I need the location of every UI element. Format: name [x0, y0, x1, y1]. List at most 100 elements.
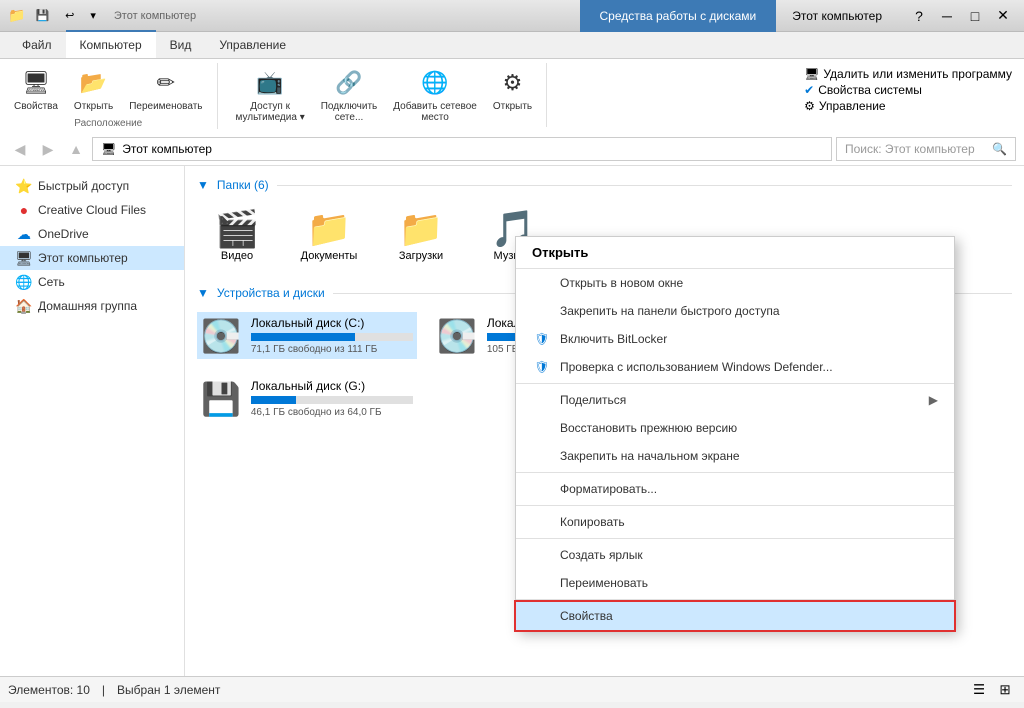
tiles-view-button[interactable]: ⊞: [994, 680, 1016, 700]
window-controls: ? ─ □ ✕: [898, 4, 1024, 28]
status-bar: Элементов: 10 | Выбран 1 элемент ☰ ⊞: [0, 676, 1024, 702]
quick-access-undo[interactable]: ↩: [59, 7, 80, 24]
maximize-button[interactable]: □: [962, 4, 988, 28]
address-field[interactable]: 🖥 Этот компьютер: [92, 137, 832, 161]
cm-defender-label: Проверка с использованием Windows Defend…: [560, 360, 833, 374]
thispc-label: Этот компьютер: [38, 251, 128, 265]
cm-shortcut[interactable]: Создать ярлык: [516, 541, 954, 569]
up-button[interactable]: ▲: [64, 137, 88, 161]
drive-c-size: 71,1 ГБ свободно из 111 ГБ: [251, 344, 413, 355]
connect-button[interactable]: 🔗 Подключитьсете...: [315, 63, 384, 127]
open-icon: 📂: [78, 67, 110, 99]
downloads-label: Загрузки: [399, 250, 443, 262]
cm-open-new-window-label: Открыть в новом окне: [560, 276, 683, 290]
cm-pin-quickaccess[interactable]: Закрепить на панели быстрого доступа: [516, 297, 954, 325]
cm-sep4: [516, 538, 954, 539]
cm-shortcut-label: Создать ярлык: [560, 548, 643, 562]
drive-c[interactable]: 💽 Локальный диск (C:) 71,1 ГБ свободно и…: [197, 312, 417, 359]
folder-downloads[interactable]: 📁 Загрузки: [381, 204, 461, 266]
properties-button[interactable]: 🖥 Свойства: [8, 63, 64, 116]
ribbon-buttons-network: 📺 Доступ кмультимедиа ▾ 🔗 Подключитьсете…: [230, 63, 539, 127]
sidebar-item-network[interactable]: 🌐 Сеть: [0, 270, 184, 294]
cm-sep2: [516, 472, 954, 473]
homegroup-icon: 🏠: [16, 298, 32, 314]
cm-copy[interactable]: Копировать: [516, 508, 954, 536]
folder-video[interactable]: 🎬 Видео: [197, 204, 277, 266]
sidebar-item-creative-cloud[interactable]: ● Creative Cloud Files: [0, 198, 184, 222]
tab-computer[interactable]: Компьютер: [66, 30, 156, 58]
manage-item[interactable]: ⚙ Управление: [804, 99, 1012, 113]
quick-access-down[interactable]: ▾: [84, 7, 102, 24]
drive-c-info: Локальный диск (C:) 71,1 ГБ свободно из …: [251, 316, 413, 355]
addnet-button[interactable]: 🌐 Добавить сетевоеместо: [387, 63, 483, 127]
downloads-icon: 📁: [399, 208, 444, 250]
cm-sep3: [516, 505, 954, 506]
minimize-button[interactable]: ─: [934, 4, 960, 28]
forward-button[interactable]: ▶: [36, 137, 60, 161]
cm-bitlocker[interactable]: 🛡 Включить BitLocker: [516, 325, 954, 353]
cm-format-label: Форматировать...: [560, 482, 657, 496]
title-bar-left: 📁 💾 ↩ ▾ Этот компьютер: [0, 7, 580, 24]
drive-g[interactable]: 💾 Локальный диск (G:) 46,1 ГБ свободно и…: [197, 375, 417, 422]
cm-format[interactable]: Форматировать...: [516, 475, 954, 503]
open2-icon: ⚙: [496, 67, 528, 99]
ribbon-group-properties: 🖥 Свойства 📂 Открыть ✏ Переименовать Рас…: [8, 63, 218, 129]
devices-chevron[interactable]: ▼: [197, 286, 209, 300]
quickaccess-icon: ⭐: [16, 178, 32, 194]
sidebar-item-quickaccess[interactable]: ⭐ Быстрый доступ: [0, 174, 184, 198]
cm-rename[interactable]: Переименовать: [516, 569, 954, 597]
thispc-icon: 🖥: [16, 250, 32, 266]
details-view-button[interactable]: ☰: [968, 680, 990, 700]
cm-share-label: Поделиться: [560, 393, 626, 407]
search-field[interactable]: Поиск: Этот компьютер 🔍: [836, 137, 1016, 161]
cm-copy-label: Копировать: [560, 515, 625, 529]
drive-g-icon: 💾: [201, 380, 241, 418]
help-button[interactable]: ?: [906, 4, 932, 28]
tab-view[interactable]: Вид: [156, 32, 206, 58]
cm-share[interactable]: Поделиться ▶: [516, 386, 954, 414]
cm-open-new-window[interactable]: Открыть в новом окне: [516, 269, 954, 297]
folders-chevron[interactable]: ▼: [197, 178, 209, 192]
back-button[interactable]: ◀: [8, 137, 32, 161]
rename-button[interactable]: ✏ Переименовать: [123, 63, 208, 116]
sysinfo-item[interactable]: ✔ Свойства системы: [804, 83, 1012, 97]
open-button[interactable]: 📂 Открыть: [68, 63, 119, 116]
onedrive-icon: ☁: [16, 226, 32, 242]
close-button[interactable]: ✕: [990, 4, 1016, 28]
path-text: Этот компьютер: [122, 142, 212, 156]
network-label: Сеть: [38, 275, 65, 289]
cm-pin-start[interactable]: Закрепить на начальном экране: [516, 442, 954, 470]
cm-defender-icon: 🛡: [532, 360, 552, 374]
sidebar-item-onedrive[interactable]: ☁ OneDrive: [0, 222, 184, 246]
tab-manage[interactable]: Управление: [205, 32, 300, 58]
folder-docs[interactable]: 📁 Документы: [289, 204, 369, 266]
properties-label: Свойства: [14, 101, 58, 112]
multimedia-icon: 📺: [254, 67, 286, 99]
sidebar-item-homegroup[interactable]: 🏠 Домашняя группа: [0, 294, 184, 318]
cm-bitlocker-label: Включить BitLocker: [560, 332, 667, 346]
drive-c-name: Локальный диск (C:): [251, 316, 413, 330]
connect-icon: 🔗: [333, 67, 365, 99]
cm-restore-prev[interactable]: Восстановить прежнюю версию: [516, 414, 954, 442]
drive-c-bar-fill: [251, 333, 355, 341]
homegroup-label: Домашняя группа: [38, 299, 137, 313]
open2-button[interactable]: ⚙ Открыть: [487, 63, 538, 127]
cm-properties[interactable]: Свойства: [516, 602, 954, 630]
drive-c-bar-bg: [251, 333, 413, 341]
uninstall-item[interactable]: 🖥 Удалить или изменить программу: [804, 67, 1012, 81]
creative-cloud-label: Creative Cloud Files: [38, 203, 146, 217]
title-text: Этот компьютер: [114, 10, 196, 22]
tab-file[interactable]: Файл: [8, 32, 66, 58]
search-placeholder: Поиск: Этот компьютер: [845, 142, 975, 156]
sidebar-item-thispc[interactable]: 🖥 Этот компьютер: [0, 246, 184, 270]
docs-label: Документы: [301, 250, 358, 262]
title-right-tab: Этот компьютер: [776, 5, 898, 27]
open2-label: Открыть: [493, 101, 532, 112]
cm-sep1: [516, 383, 954, 384]
video-icon: 🎬: [215, 208, 260, 250]
path-icon: 🖥: [101, 142, 116, 156]
multimedia-button[interactable]: 📺 Доступ кмультимедиа ▾: [230, 63, 311, 127]
quick-access-save[interactable]: 💾: [29, 7, 55, 24]
cm-defender[interactable]: 🛡 Проверка с использованием Windows Defe…: [516, 353, 954, 381]
properties-icon: 🖥: [20, 67, 52, 99]
